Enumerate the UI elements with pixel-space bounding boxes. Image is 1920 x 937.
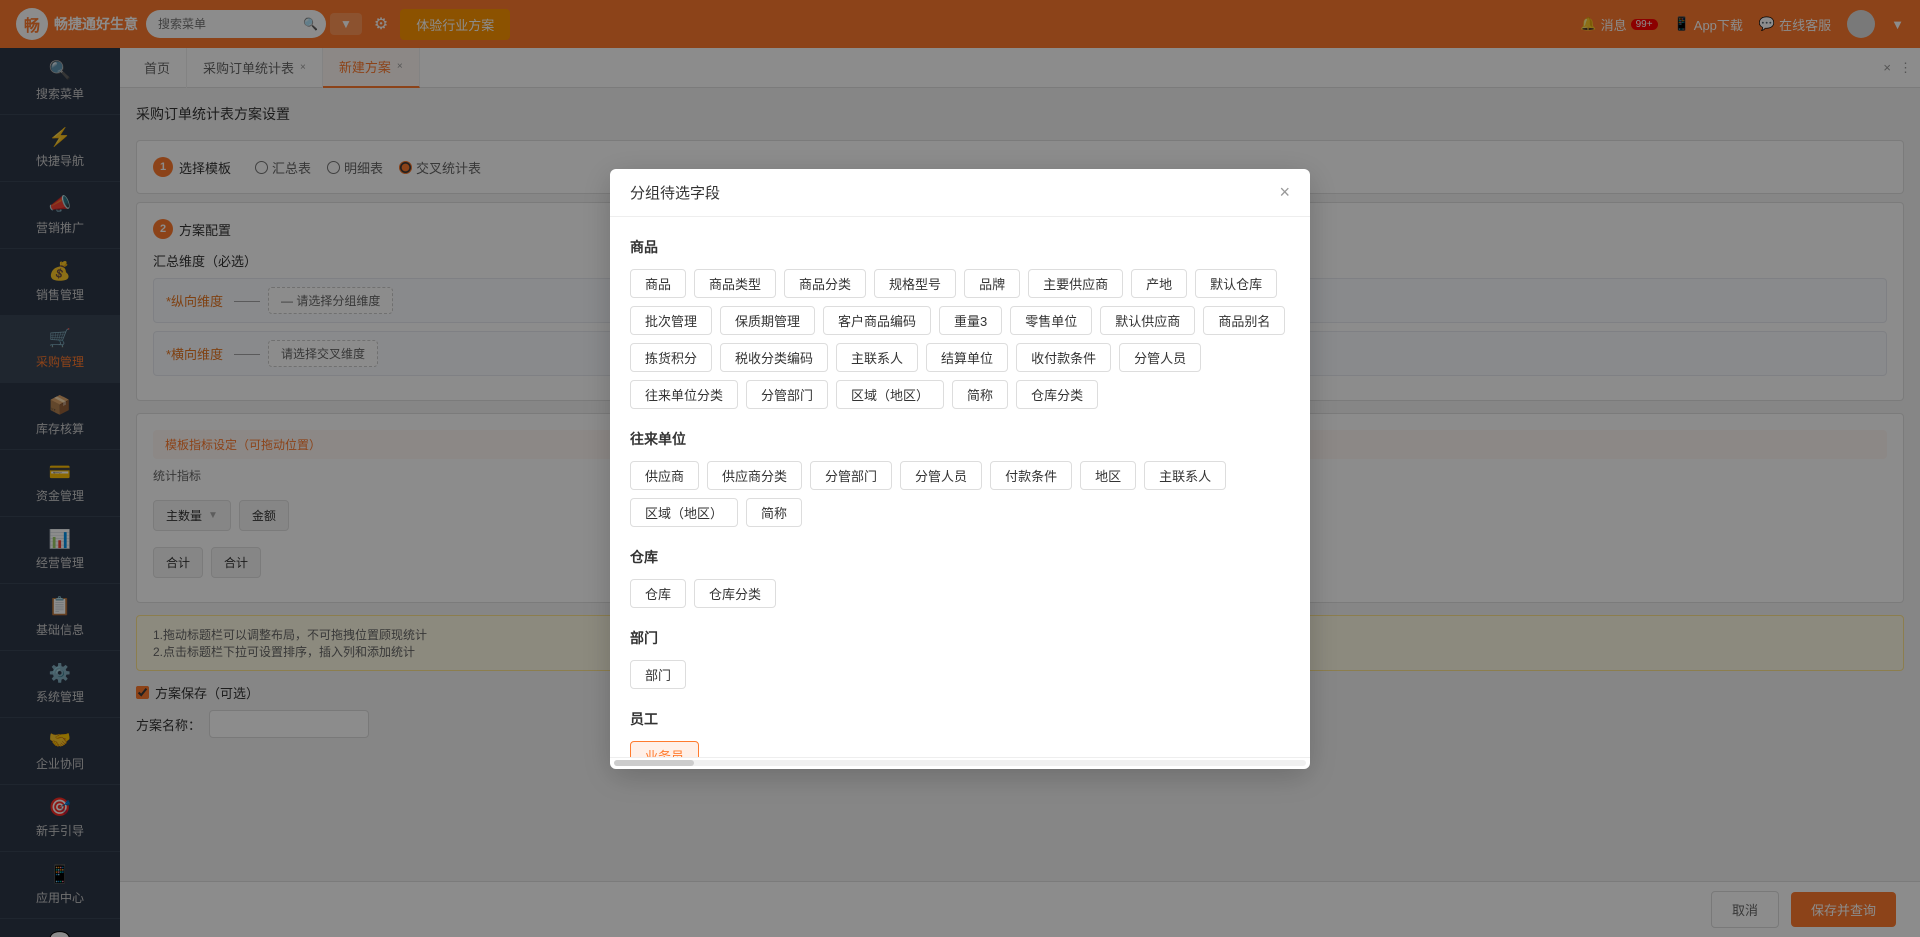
field-default-warehouse[interactable]: 默认仓库 [1195,269,1277,298]
field-spec-type[interactable]: 规格型号 [874,269,956,298]
field-weight3[interactable]: 重量3 [939,306,1002,335]
field-group-employee: 员工 业务员 [630,709,1290,757]
field-batch-mgmt[interactable]: 批次管理 [630,306,712,335]
field-brand[interactable]: 品牌 [964,269,1020,298]
field-payment-cond[interactable]: 付款条件 [990,461,1072,490]
field-unit-category[interactable]: 往来单位分类 [630,380,738,409]
field-payment-terms[interactable]: 收付款条件 [1016,343,1111,372]
field-region2[interactable]: 区域（地区） [630,498,738,527]
field-goods-category[interactable]: 商品分类 [784,269,866,298]
field-dept-mgmt[interactable]: 分管部门 [746,380,828,409]
field-dept-person[interactable]: 分管人员 [900,461,982,490]
field-short-name2[interactable]: 简称 [746,498,802,527]
field-group-dept: 部门 部门 [630,628,1290,689]
modal-body[interactable]: 商品 商品 商品类型 商品分类 规格型号 品牌 主要供应商 产地 默认仓库 批次… [610,217,1310,757]
field-origin[interactable]: 产地 [1131,269,1187,298]
field-customer-code[interactable]: 客户商品编码 [823,306,931,335]
field-goods-alias[interactable]: 商品别名 [1203,306,1285,335]
field-warehouse[interactable]: 仓库 [630,579,686,608]
modal-title: 分组待选字段 [630,182,720,203]
warehouse-section-title: 仓库 [630,547,1290,567]
field-department[interactable]: 部门 [630,660,686,689]
field-settlement-unit[interactable]: 结算单位 [926,343,1008,372]
field-area[interactable]: 地区 [1080,461,1136,490]
field-region[interactable]: 区域（地区） [836,380,944,409]
hscroll-track [614,760,1306,766]
employee-section-title: 员工 [630,709,1290,729]
goods-fields: 商品 商品类型 商品分类 规格型号 品牌 主要供应商 产地 默认仓库 批次管理 … [630,269,1290,409]
field-salesperson[interactable]: 业务员 [630,741,699,757]
field-warehouse-cat[interactable]: 仓库分类 [694,579,776,608]
field-short-name[interactable]: 简称 [952,380,1008,409]
employee-fields: 业务员 [630,741,1290,757]
field-main-contact[interactable]: 主联系人 [836,343,918,372]
field-goods[interactable]: 商品 [630,269,686,298]
modal-close-button[interactable]: × [1279,182,1290,203]
field-pick-score[interactable]: 拣货积分 [630,343,712,372]
warehouse-fields: 仓库 仓库分类 [630,579,1290,608]
modal: 分组待选字段 × 商品 商品 商品类型 商品分类 规格型号 品牌 主要供应商 产… [610,169,1310,769]
field-warehouse-category[interactable]: 仓库分类 [1016,380,1098,409]
field-group-partner: 往来单位 供应商 供应商分类 分管部门 分管人员 付款条件 地区 主联系人 区域… [630,429,1290,527]
field-supervisor[interactable]: 分管人员 [1119,343,1201,372]
field-main-supplier[interactable]: 主要供应商 [1028,269,1123,298]
field-retail-unit[interactable]: 零售单位 [1010,306,1092,335]
field-tax-category[interactable]: 税收分类编码 [720,343,828,372]
partner-section-title: 往来单位 [630,429,1290,449]
field-group-goods: 商品 商品 商品类型 商品分类 规格型号 品牌 主要供应商 产地 默认仓库 批次… [630,237,1290,409]
field-default-supplier[interactable]: 默认供应商 [1100,306,1195,335]
goods-section-title: 商品 [630,237,1290,257]
modal-horizontal-scrollbar[interactable] [610,757,1310,769]
hscroll-thumb[interactable] [614,760,694,766]
modal-overlay: 分组待选字段 × 商品 商品 商品类型 商品分类 规格型号 品牌 主要供应商 产… [0,0,1920,937]
field-group-warehouse: 仓库 仓库 仓库分类 [630,547,1290,608]
dept-fields: 部门 [630,660,1290,689]
partner-fields: 供应商 供应商分类 分管部门 分管人员 付款条件 地区 主联系人 区域（地区） … [630,461,1290,527]
field-goods-type[interactable]: 商品类型 [694,269,776,298]
field-supplier-category[interactable]: 供应商分类 [707,461,802,490]
field-partner-contact[interactable]: 主联系人 [1144,461,1226,490]
field-quality-mgmt[interactable]: 保质期管理 [720,306,815,335]
field-dept[interactable]: 分管部门 [810,461,892,490]
dept-section-title: 部门 [630,628,1290,648]
field-supplier[interactable]: 供应商 [630,461,699,490]
modal-header: 分组待选字段 × [610,169,1310,217]
